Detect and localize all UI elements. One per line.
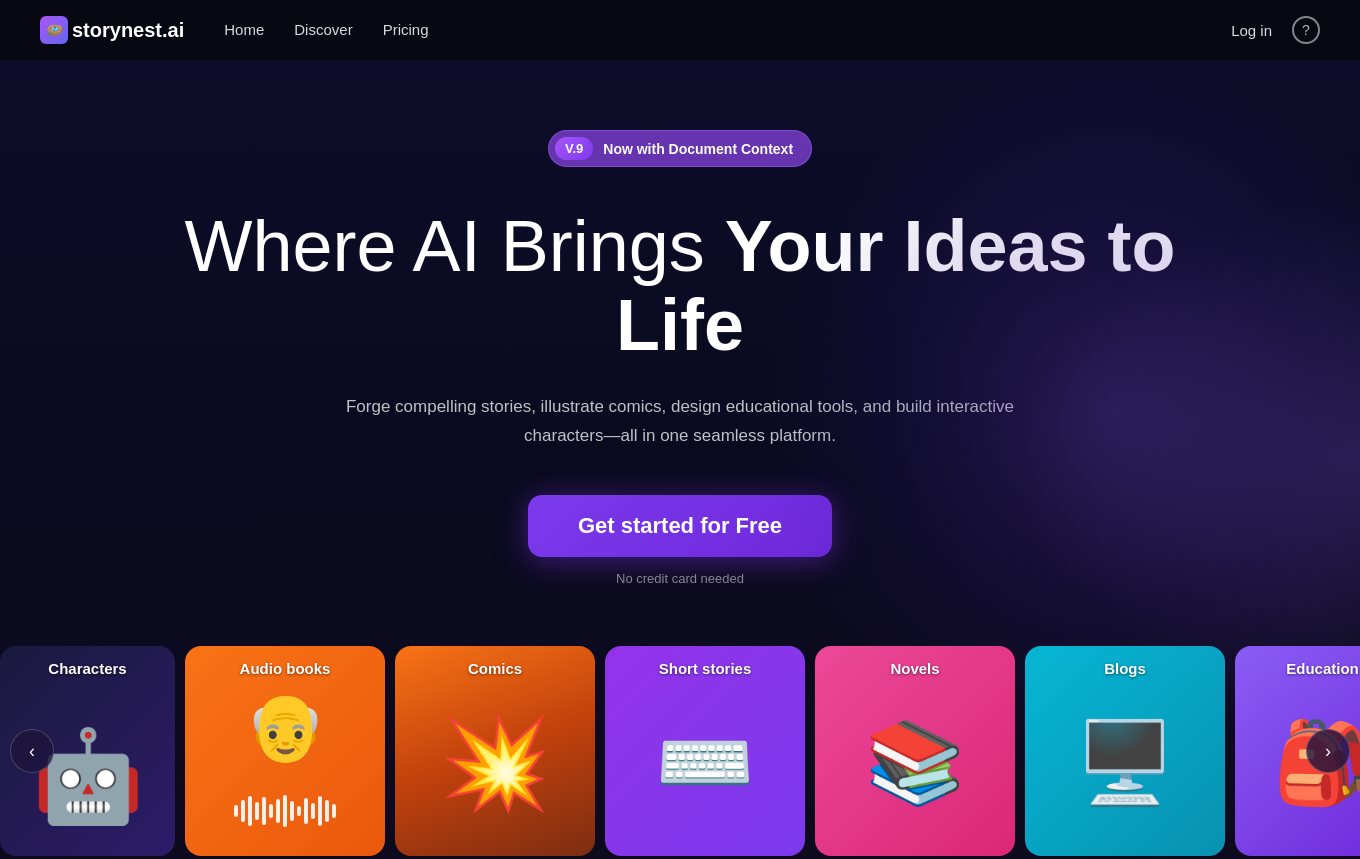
carousel-card-blogs[interactable]: Blogs 🖥️ [1025, 646, 1225, 856]
nav-links: Home Discover Pricing [224, 21, 428, 39]
card-label-shortstories: Short stories [605, 660, 805, 677]
logo-icon: 🪺 [40, 16, 68, 44]
carousel-prev-button[interactable]: ‹ [10, 729, 54, 773]
card-illustration-blogs: 🖥️ [1025, 646, 1225, 856]
nav-link-discover[interactable]: Discover [294, 21, 352, 38]
carousel-next-button[interactable]: › [1306, 729, 1350, 773]
nav-link-pricing[interactable]: Pricing [383, 21, 429, 38]
nav-item-pricing[interactable]: Pricing [383, 21, 429, 39]
logo[interactable]: 🪺 storynest.ai [40, 16, 184, 44]
carousel-wrapper: Characters 🤖 Audio books 👴 [0, 646, 1360, 856]
card-illustration-comics: 💥 [395, 646, 595, 856]
carousel-card-comics[interactable]: Comics 💥 [395, 646, 595, 856]
subheadline: Forge compelling stories, illustrate com… [320, 393, 1040, 451]
navbar: 🪺 storynest.ai Home Discover Pricing Log… [0, 0, 1360, 60]
carousel-section: ‹ Characters 🤖 Audio books 👴 [0, 646, 1360, 856]
login-button[interactable]: Log in [1231, 22, 1272, 39]
logo-text: storynest.ai [72, 19, 184, 42]
waveform [234, 775, 336, 827]
main-headline: Where AI Brings Your Ideas to Life [180, 207, 1180, 365]
nav-item-home[interactable]: Home [224, 21, 264, 39]
card-illustration-novels: 📚 [815, 646, 1015, 856]
version-text: Now with Document Context [603, 141, 793, 157]
nav-right: Log in ? [1231, 16, 1320, 44]
card-label-comics: Comics [395, 660, 595, 677]
carousel-card-shortstories[interactable]: Short stories ⌨️ [605, 646, 805, 856]
card-label-blogs: Blogs [1025, 660, 1225, 677]
card-label-audiobooks: Audio books [185, 660, 385, 677]
hero-section: V.9 Now with Document Context Where AI B… [0, 60, 1360, 859]
carousel-card-novels[interactable]: Novels 📚 [815, 646, 1015, 856]
card-label-characters: Characters [0, 660, 175, 677]
carousel-card-audiobooks[interactable]: Audio books 👴 [185, 646, 385, 856]
version-badge[interactable]: V.9 Now with Document Context [548, 130, 812, 167]
card-illustration-audiobooks: 👴 [185, 646, 385, 856]
help-icon[interactable]: ? [1292, 16, 1320, 44]
nav-link-home[interactable]: Home [224, 21, 264, 38]
no-card-text: No credit card needed [616, 571, 744, 586]
card-label-education: Education [1235, 660, 1360, 677]
nav-item-discover[interactable]: Discover [294, 21, 352, 39]
headline-part1: Where AI Brings [185, 206, 725, 286]
cta-button[interactable]: Get started for Free [528, 495, 832, 557]
card-illustration-shortstories: ⌨️ [605, 646, 805, 856]
nav-left: 🪺 storynest.ai Home Discover Pricing [40, 16, 429, 44]
card-label-novels: Novels [815, 660, 1015, 677]
version-tag: V.9 [555, 137, 593, 160]
